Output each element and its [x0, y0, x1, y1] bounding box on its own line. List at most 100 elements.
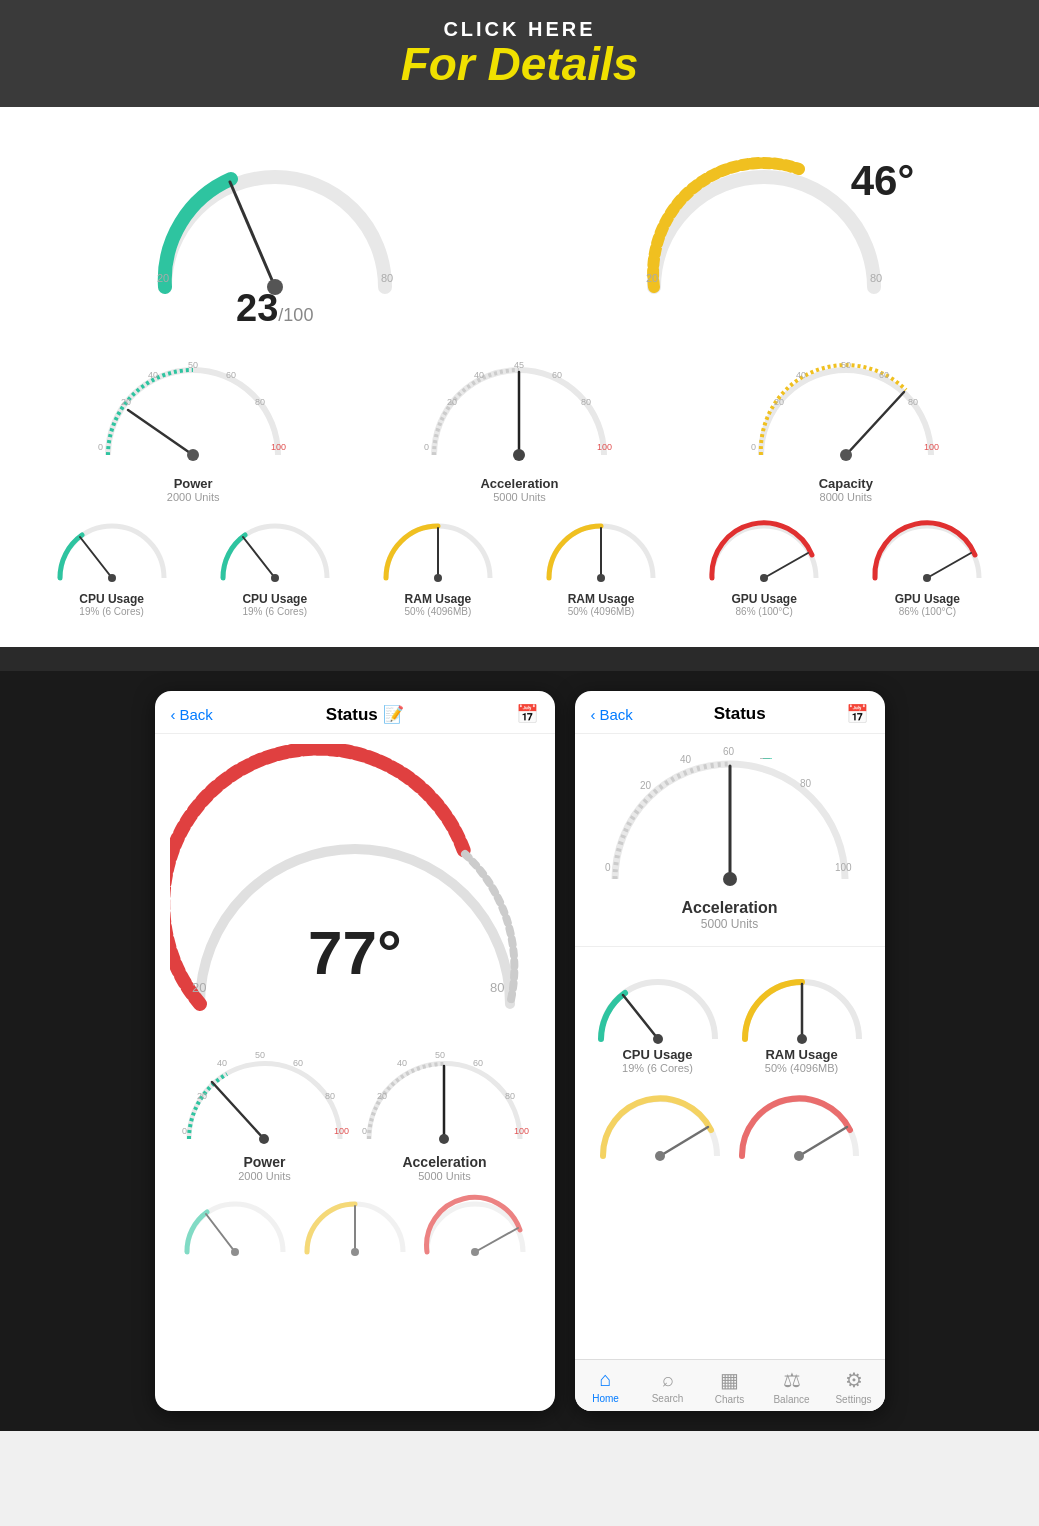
medium-gauges-row: 0 40 50 60 80 100 20 Power 2000 Units 0 … — [30, 350, 1009, 503]
small-gauge-gpu1: GPU Usage 86% (100°C) — [704, 513, 824, 617]
small-gauge-cpu2: CPU Usage 19% (6 Cores) — [215, 513, 335, 617]
svg-text:40: 40 — [474, 370, 484, 380]
phone-power-label: Power — [243, 1154, 285, 1170]
svg-line-41 — [764, 553, 808, 578]
svg-text:45: 45 — [514, 360, 524, 370]
small-phone-accel-container: 0 20 40 60 — 80 100 — Acceleration 5000 … — [575, 734, 885, 936]
calendar-icon2[interactable]: 📅 — [846, 703, 868, 725]
svg-text:80: 80 — [505, 1091, 515, 1101]
svg-text:20: 20 — [646, 272, 658, 284]
svg-text:—: — — [763, 753, 772, 763]
gpu2-label: GPU Usage — [895, 592, 960, 606]
svg-text:50: 50 — [255, 1050, 265, 1060]
phone-large-title: Status 📝 — [326, 704, 404, 725]
svg-text:80: 80 — [908, 397, 918, 407]
large-gauges-row: 20 80 23/100 46° 20 80 — [30, 127, 1009, 330]
phone-small: ‹ Back Status 📅 0 20 40 60 — 80 100 — [575, 691, 885, 1411]
svg-text:0: 0 — [182, 1126, 187, 1136]
svg-point-42 — [760, 574, 768, 582]
calendar-icon[interactable]: 📅 — [516, 703, 538, 725]
settings-icon: ⚙ — [845, 1368, 863, 1392]
acceleration-sub: 5000 Units — [493, 491, 546, 503]
phone-small-gpu — [420, 1192, 530, 1260]
small-gauge-gpu2: GPU Usage 86% (100°C) — [867, 513, 987, 617]
svg-line-48 — [212, 1082, 264, 1139]
top-banner[interactable]: CLICK HERE For Details — [0, 0, 1039, 107]
svg-text:0: 0 — [362, 1126, 367, 1136]
svg-text:20: 20 — [377, 1091, 387, 1101]
svg-text:0: 0 — [424, 442, 429, 452]
search-icon: ⌕ — [662, 1368, 674, 1391]
svg-point-89 — [794, 1151, 804, 1161]
svg-text:60: 60 — [552, 370, 562, 380]
sp-ram-sub: 50% (4096MB) — [765, 1062, 838, 1074]
medium-gauge-capacity: 0 40 50 60 80 100 20 Capacity 8000 Units — [746, 350, 946, 503]
big-red-gauge-svg: 20 80 77° — [170, 744, 540, 1044]
sp-ram-gauge: RAM Usage 50% (4096MB) — [737, 967, 867, 1074]
svg-text:0: 0 — [751, 442, 756, 452]
svg-text:20: 20 — [121, 397, 131, 407]
large-gauge-yellow: 46° 20 80 — [624, 127, 904, 307]
phone-small-header: ‹ Back Status 📅 — [575, 691, 885, 734]
showcase-area: 20 80 23/100 46° 20 80 — [0, 107, 1039, 647]
nav-charts[interactable]: ▦ Charts — [699, 1368, 761, 1405]
phone-divider — [575, 946, 885, 947]
svg-text:0: 0 — [98, 442, 103, 452]
phone-power-gauge: 0 40 50 60 80 100 20 Power 2000 Units — [177, 1044, 352, 1182]
phone-accel-sub: 5000 Units — [418, 1170, 471, 1182]
small-gauge-ram1: RAM Usage 50% (4096MB) — [378, 513, 498, 617]
svg-point-49 — [259, 1134, 269, 1144]
gpu1-sub: 86% (100°C) — [736, 606, 793, 617]
phone-small-gauges-partial — [155, 1182, 555, 1260]
svg-text:50: 50 — [435, 1050, 445, 1060]
svg-point-58 — [439, 1134, 449, 1144]
svg-text:100: 100 — [334, 1126, 349, 1136]
svg-line-43 — [927, 553, 971, 578]
capacity-label: Capacity — [819, 476, 873, 491]
power-sub: 2000 Units — [167, 491, 220, 503]
svg-text:60: 60 — [293, 1058, 303, 1068]
svg-text:20: 20 — [192, 980, 206, 995]
svg-text:40: 40 — [148, 370, 158, 380]
charts-icon: ▦ — [720, 1368, 739, 1392]
cpu2-label: CPU Usage — [242, 592, 307, 606]
phone-accel-label: Acceleration — [402, 1154, 486, 1170]
capacity-sub: 8000 Units — [820, 491, 873, 503]
home-icon: ⌂ — [599, 1368, 611, 1391]
nav-home[interactable]: ⌂ Home — [575, 1368, 637, 1405]
nav-search[interactable]: ⌕ Search — [637, 1368, 699, 1405]
svg-text:100: 100 — [924, 442, 939, 452]
nav-search-label: Search — [652, 1393, 684, 1404]
nav-balance[interactable]: ⚖ Balance — [761, 1368, 823, 1405]
svg-point-69 — [351, 1248, 359, 1256]
svg-text:100: 100 — [597, 442, 612, 452]
svg-point-7 — [187, 449, 199, 461]
svg-text:80: 80 — [255, 397, 265, 407]
sp-gpu1-gauge — [595, 1084, 725, 1164]
ram2-sub: 50% (4096MB) — [568, 606, 635, 617]
sp-gpu2-gauge — [734, 1084, 864, 1164]
svg-line-33 — [80, 537, 112, 578]
svg-text:0: 0 — [605, 862, 611, 873]
nav-settings[interactable]: ⚙ Settings — [823, 1368, 885, 1405]
svg-text:100: 100 — [514, 1126, 529, 1136]
svg-point-34 — [108, 574, 116, 582]
svg-point-25 — [840, 449, 852, 461]
teal-value: 23 — [236, 287, 278, 329]
phones-row: ‹ Back Status 📝 📅 20 80 77° — [0, 671, 1039, 1431]
sp-cpu-gauge: CPU Usage 19% (6 Cores) — [593, 967, 723, 1074]
power-label: Power — [174, 476, 213, 491]
svg-point-73 — [723, 872, 737, 886]
svg-text:60: 60 — [226, 370, 236, 380]
sp-ram-label: RAM Usage — [765, 1047, 837, 1062]
svg-point-67 — [231, 1248, 239, 1256]
phone-small-back[interactable]: ‹ Back — [591, 706, 633, 723]
phone-large-back[interactable]: ‹ Back — [171, 706, 213, 723]
svg-line-35 — [243, 537, 275, 578]
ram2-label: RAM Usage — [568, 592, 635, 606]
phone-large: ‹ Back Status 📝 📅 20 80 77° — [155, 691, 555, 1411]
svg-point-83 — [653, 1034, 663, 1044]
ram1-label: RAM Usage — [405, 592, 472, 606]
svg-text:20: 20 — [774, 397, 784, 407]
svg-text:60: 60 — [473, 1058, 483, 1068]
